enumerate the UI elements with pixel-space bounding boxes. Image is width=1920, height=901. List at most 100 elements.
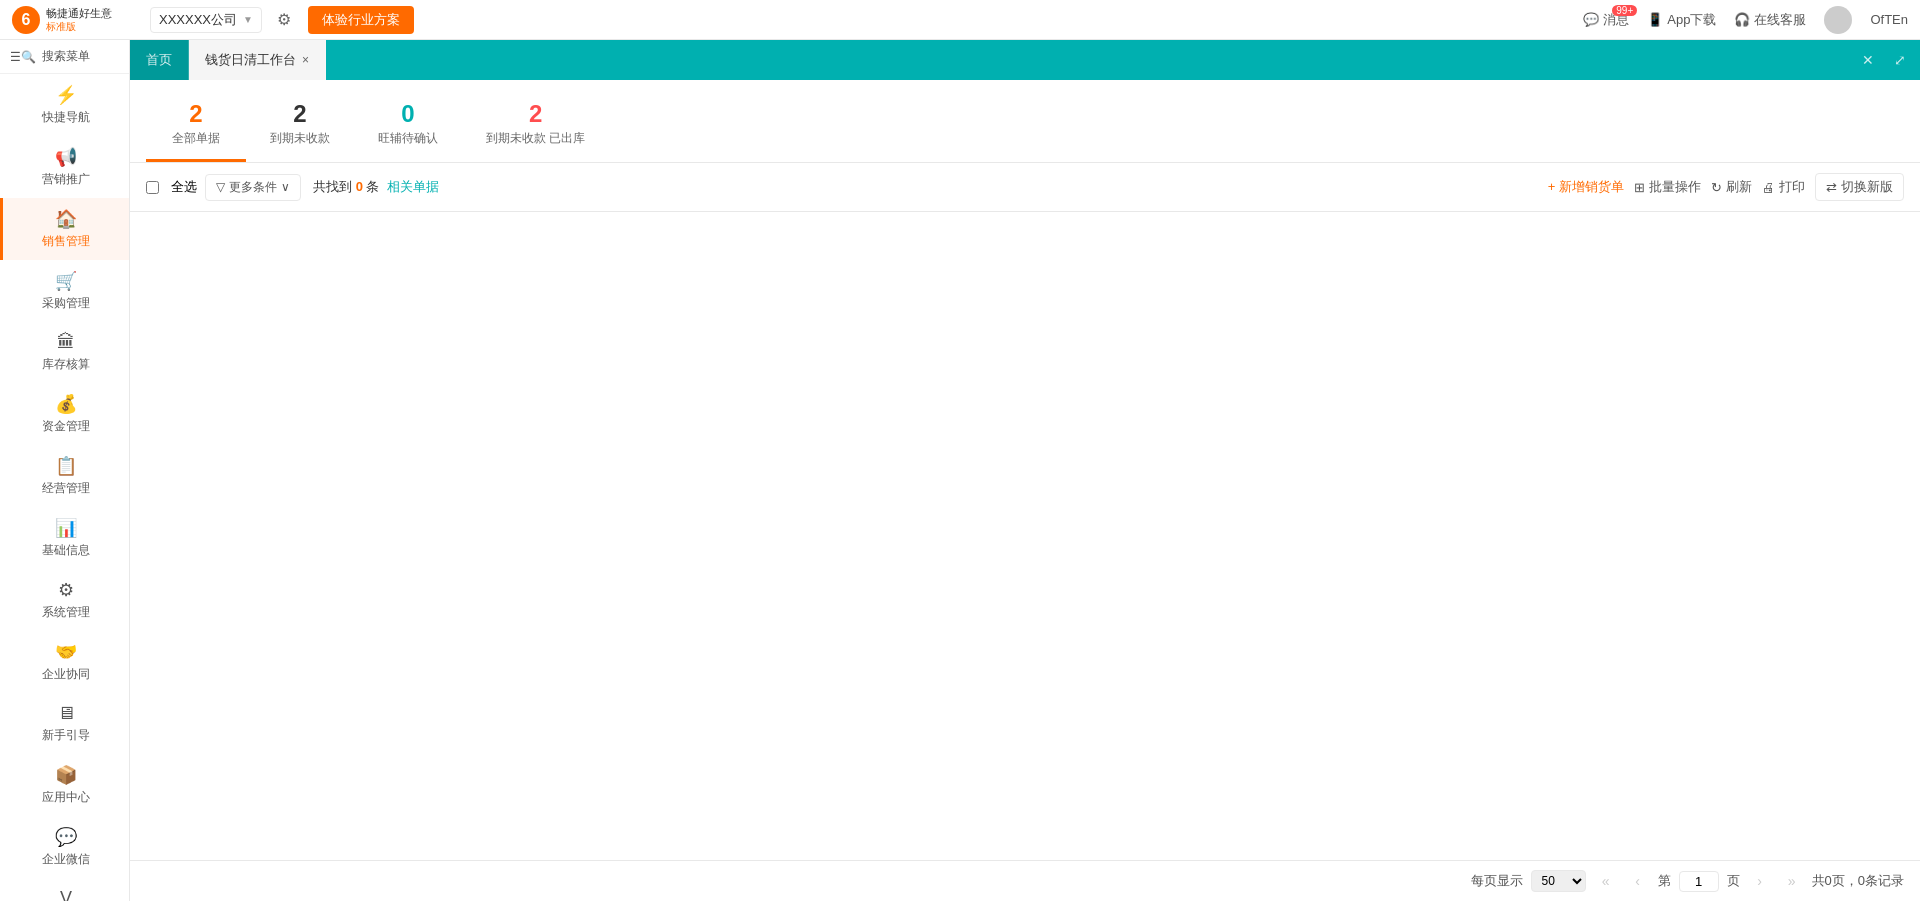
stat-count-all: 2 <box>189 100 202 128</box>
system-icon: ⚙ <box>58 579 74 601</box>
avatar[interactable] <box>1824 6 1852 34</box>
toolbar-right: + 新增销货单 ⊞ 批量操作 ↻ 刷新 🖨 打印 ⇄ <box>1548 173 1904 201</box>
select-all-label: 全选 <box>171 178 197 196</box>
cart-icon: 🛒 <box>55 270 77 292</box>
batch-icon: ⊞ <box>1634 180 1645 195</box>
print-icon: 🖨 <box>1762 180 1775 195</box>
sidebar-item-operation[interactable]: 📋 经营管理 <box>0 445 129 507</box>
company-selector[interactable]: XXXXXX公司 ▼ <box>150 7 262 33</box>
sidebar-item-system[interactable]: ⚙ 系统管理 <box>0 569 129 631</box>
select-all-checkbox[interactable] <box>146 181 159 194</box>
app-icon: 📦 <box>55 764 77 786</box>
app-download-button[interactable]: 📱 App下载 <box>1647 11 1716 29</box>
next-page-button[interactable]: › <box>1748 869 1772 893</box>
logo-icon: 6 <box>12 6 40 34</box>
phone-icon: 📱 <box>1647 12 1663 27</box>
stats-tabs: 2 全部单据 2 到期未收款 0 旺辅待确认 2 到期未收款 已出库 <box>130 80 1920 163</box>
try-industry-button[interactable]: 体验行业方案 <box>308 6 414 34</box>
logo-area: 6 畅捷通好生意 标准版 <box>12 6 142 34</box>
switch-version-button[interactable]: ⇄ 切换新版 <box>1815 173 1904 201</box>
switch-icon: ⇄ <box>1826 180 1837 195</box>
first-page-button[interactable]: « <box>1594 869 1618 893</box>
stat-label-unshipped: 到期未收款 已出库 <box>486 130 585 147</box>
sidebar-item-sales[interactable]: 🏠 销售管理 <box>0 198 129 260</box>
refresh-icon: ↻ <box>1711 180 1722 195</box>
page-label: 第 <box>1658 872 1671 890</box>
table-area <box>130 212 1920 860</box>
settings-button[interactable]: ⚙ <box>270 6 298 34</box>
last-page-button[interactable]: » <box>1780 869 1804 893</box>
stat-tab-overdue[interactable]: 2 到期未收款 <box>246 92 354 162</box>
filter-button[interactable]: ▽ 更多条件 ∨ <box>205 174 301 201</box>
megaphone-icon: 📢 <box>55 146 77 168</box>
header-right: 💬 消息 99+ 📱 App下载 🎧 在线客服 OfTEn <box>1583 6 1908 34</box>
sidebar-item-enterprise[interactable]: 🤝 企业协同 <box>0 631 129 693</box>
page-size-label: 每页显示 <box>1471 872 1523 890</box>
guide-icon: 🖥 <box>57 703 75 724</box>
sidebar-item-basic-info[interactable]: 📊 基础信息 <box>0 507 129 569</box>
tab-home[interactable]: 首页 <box>130 40 189 80</box>
tab-cash-flow[interactable]: 钱货日清工作台 × <box>189 40 326 80</box>
stat-label-wangwang: 旺辅待确认 <box>378 130 438 147</box>
sidebar-item-purchase[interactable]: 🛒 采购管理 <box>0 260 129 322</box>
handshake-icon: 🤝 <box>55 641 77 663</box>
stat-label-all: 全部单据 <box>172 130 220 147</box>
headset-icon: 🎧 <box>1734 12 1750 27</box>
member-icon: V <box>60 888 72 901</box>
batch-operation-button[interactable]: ⊞ 批量操作 <box>1634 178 1701 196</box>
top-header: 6 畅捷通好生意 标准版 XXXXXX公司 ▼ ⚙ 体验行业方案 💬 消息 99… <box>0 0 1920 40</box>
stat-count-wangwang: 0 <box>401 100 414 128</box>
search-menu-item[interactable]: ☰🔍 搜索菜单 <box>0 40 129 74</box>
total-records-label: 共0页，0条记录 <box>1812 872 1904 890</box>
search-icon: ☰🔍 <box>10 50 36 64</box>
table-icon: 📊 <box>55 517 77 539</box>
wechat-icon: 💬 <box>55 826 77 848</box>
pagination: 每页显示 50 10 20 100 « ‹ 第 1 页 › » 共0页，0条记录 <box>130 860 1920 901</box>
message-badge: 99+ <box>1612 5 1637 16</box>
tab-bar-actions: ✕ ⤢ <box>1848 40 1920 80</box>
page-size-select[interactable]: 50 10 20 100 <box>1531 870 1586 892</box>
logo-text: 畅捷通好生意 标准版 <box>46 6 112 33</box>
prev-page-button[interactable]: ‹ <box>1626 869 1650 893</box>
sidebar-item-inventory[interactable]: 🏛 库存核算 <box>0 322 129 383</box>
sidebar-item-wechat[interactable]: 💬 企业微信 <box>0 816 129 878</box>
toolbar: 全选 ▽ 更多条件 ∨ 共找到 0 条 相关单据 + 新增销货单 ⊞ 批量 <box>130 163 1920 212</box>
found-text: 共找到 0 条 <box>313 178 379 196</box>
sidebar-item-app-center[interactable]: 📦 应用中心 <box>0 754 129 816</box>
online-service-button[interactable]: 🎧 在线客服 <box>1734 11 1806 29</box>
main-layout: ☰🔍 搜索菜单 ⚡ 快捷导航 📢 营销推广 🏠 销售管理 🛒 采购管理 🏛 库存… <box>0 40 1920 901</box>
tab-close-button[interactable]: ✕ <box>1856 48 1880 72</box>
content-area: 首页 钱货日清工作台 × ✕ ⤢ 2 全部单据 2 到期未收款 <box>130 40 1920 901</box>
message-icon: 💬 <box>1583 12 1599 27</box>
stat-tab-unshipped[interactable]: 2 到期未收款 已出库 <box>462 92 609 162</box>
company-name: XXXXXX公司 <box>159 11 237 29</box>
stat-count-unshipped: 2 <box>529 100 542 128</box>
found-count: 0 <box>356 179 363 194</box>
page-content: 2 全部单据 2 到期未收款 0 旺辅待确认 2 到期未收款 已出库 <box>130 80 1920 901</box>
sidebar-item-quick-nav[interactable]: ⚡ 快捷导航 <box>0 74 129 136</box>
print-button[interactable]: 🖨 打印 <box>1762 178 1805 196</box>
user-name: OfTEn <box>1870 12 1908 27</box>
stat-tab-wangwang[interactable]: 0 旺辅待确认 <box>354 92 462 162</box>
clipboard-icon: 📋 <box>55 455 77 477</box>
filter-icon: ▽ <box>216 180 225 194</box>
sidebar-item-marketing[interactable]: 📢 营销推广 <box>0 136 129 198</box>
lightning-icon: ⚡ <box>55 84 77 106</box>
sidebar-item-finance[interactable]: 💰 资金管理 <box>0 383 129 445</box>
sales-icon: 🏠 <box>55 208 77 230</box>
sidebar-item-member[interactable]: V 畅会员 <box>0 878 129 901</box>
chevron-filter-icon: ∨ <box>281 180 290 194</box>
page-input[interactable]: 1 <box>1679 871 1719 892</box>
stat-tab-all[interactable]: 2 全部单据 <box>146 92 246 162</box>
related-orders-button[interactable]: 相关单据 <box>387 178 439 196</box>
money-icon: 💰 <box>55 393 77 415</box>
sidebar-item-guide[interactable]: 🖥 新手引导 <box>0 693 129 754</box>
refresh-button[interactable]: ↻ 刷新 <box>1711 178 1752 196</box>
message-button[interactable]: 💬 消息 99+ <box>1583 11 1629 29</box>
tab-maximize-button[interactable]: ⤢ <box>1888 48 1912 72</box>
tab-bar: 首页 钱货日清工作台 × ✕ ⤢ <box>130 40 1920 80</box>
add-sales-order-button[interactable]: + 新增销货单 <box>1548 178 1624 196</box>
tab-close-icon[interactable]: × <box>302 53 309 67</box>
page-suffix: 页 <box>1727 872 1740 890</box>
sidebar: ☰🔍 搜索菜单 ⚡ 快捷导航 📢 营销推广 🏠 销售管理 🛒 采购管理 🏛 库存… <box>0 40 130 901</box>
